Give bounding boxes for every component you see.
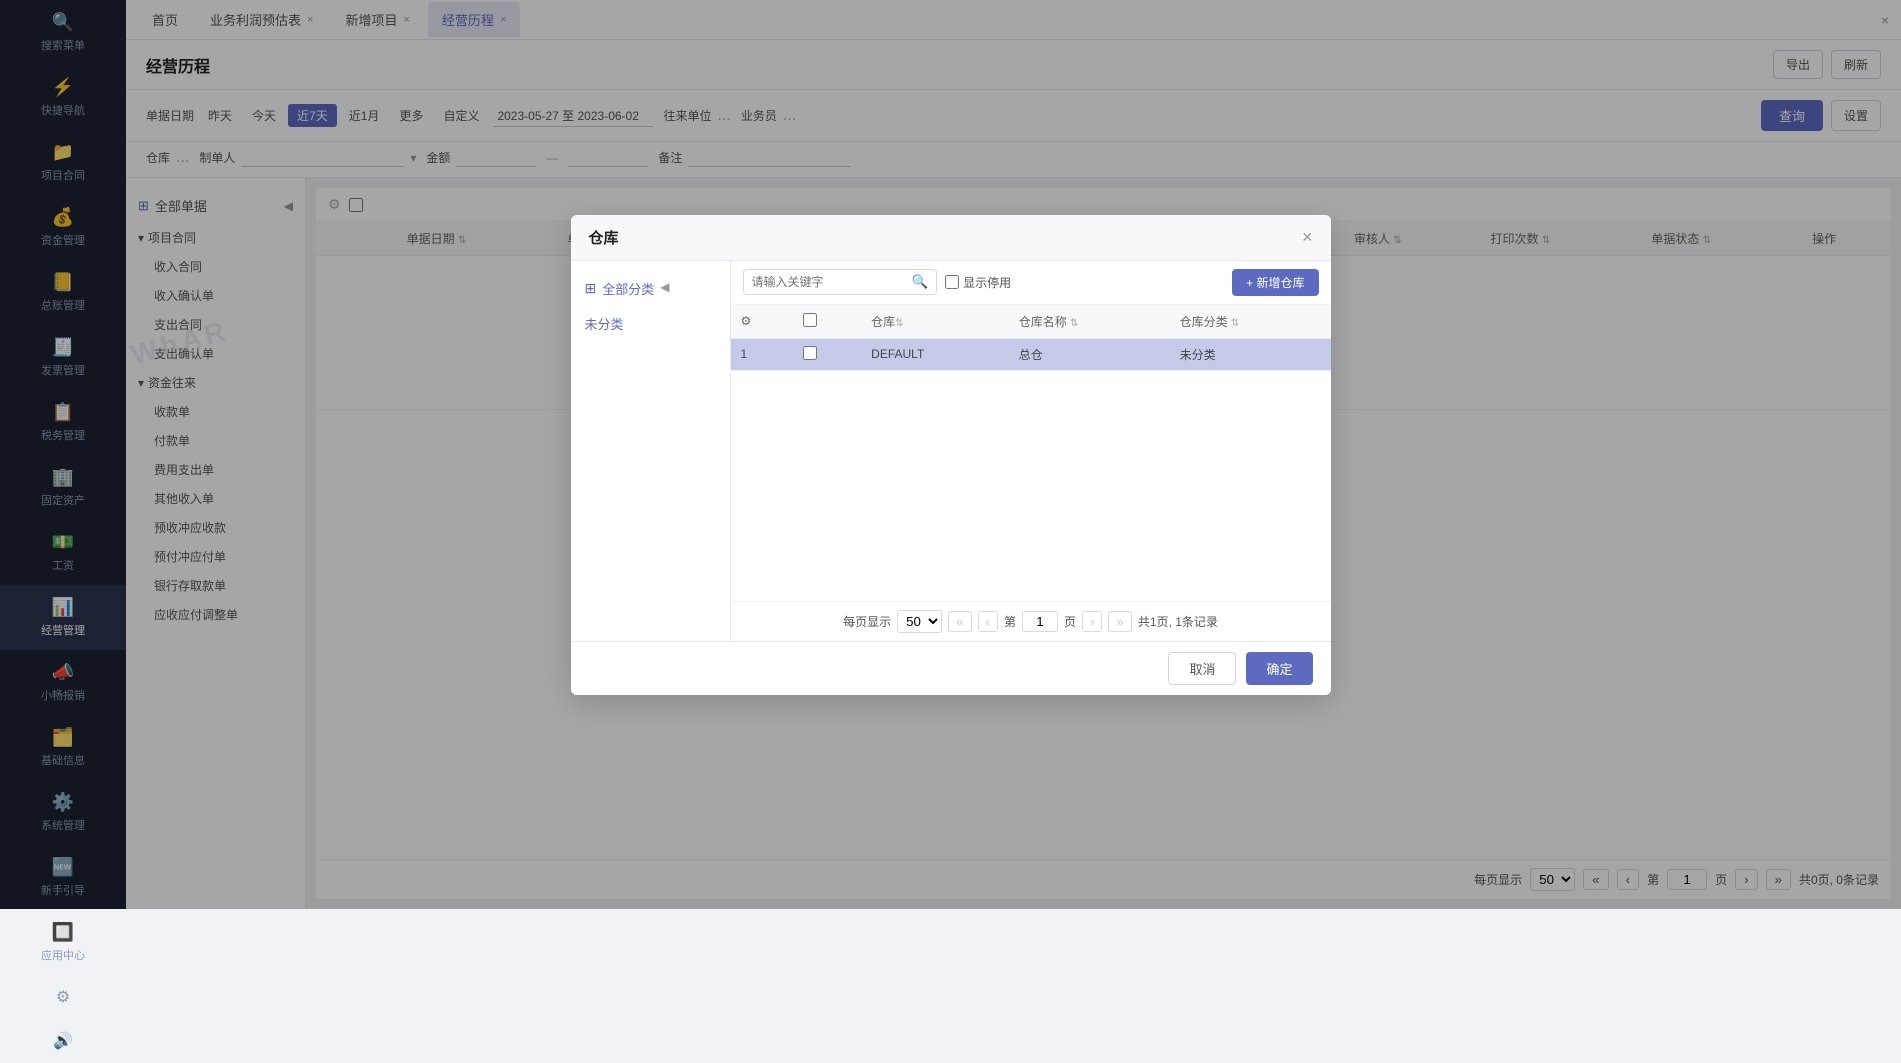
modal-search-btn[interactable]: 🔍 — [904, 270, 937, 294]
modal-th-name: 仓库名称 ⇅ — [1009, 305, 1170, 339]
modal-row-category: 未分类 — [1170, 338, 1331, 370]
modal-toolbar: 🔍 显示停用 + 新增仓库 — [731, 261, 1331, 305]
modal-confirm-btn[interactable]: 确定 — [1246, 652, 1312, 685]
modal-per-page-select[interactable]: 50 — [897, 610, 942, 633]
apps-icon: 🔲 — [52, 922, 74, 943]
modal-row-name: 总仓 — [1009, 338, 1170, 370]
settings-icon-btn[interactable]: ⚙ — [0, 975, 126, 1019]
modal-page-label-pre: 第 — [1004, 613, 1016, 630]
sound-icon-btn[interactable]: 🔊 — [0, 1019, 126, 1063]
modal-table-wrap: ⚙ 仓库⇅ 仓库名称 ⇅ 仓库分类 ⇅ 1 DEFAULT — [731, 305, 1331, 601]
modal-th-code: 仓库⇅ — [861, 305, 1009, 339]
modal-next-btn[interactable]: › — [1082, 611, 1102, 632]
modal-pagination-total: 共1页, 1条记录 — [1138, 613, 1218, 630]
modal-gear-icon[interactable]: ⚙ — [741, 314, 752, 328]
sidebar-item-apps[interactable]: 🔲 应用中心 — [0, 910, 126, 975]
modal-left-all-label: 全部分类 — [602, 279, 654, 298]
modal-search-box: 🔍 — [743, 269, 938, 295]
modal-search-input[interactable] — [744, 271, 904, 293]
modal-first-btn[interactable]: « — [948, 611, 971, 632]
modal-footer: 取消 确定 — [571, 641, 1331, 695]
modal-overlay: 仓库 × ⊞ 全部分类 ◀ 未分类 🔍 — [0, 0, 1901, 909]
modal-row-checkbox — [793, 338, 862, 370]
modal-show-disabled-label: 显示停用 — [963, 274, 1011, 291]
modal-show-disabled-checkbox[interactable] — [945, 275, 959, 289]
modal-prev-btn[interactable]: ‹ — [978, 611, 998, 632]
modal-th-category: 仓库分类 ⇅ — [1170, 305, 1331, 339]
modal-left-collapse[interactable]: ◀ — [660, 280, 676, 296]
modal-th-gear: ⚙ — [731, 305, 793, 339]
modal-left-all-category[interactable]: ⊞ 全部分类 ◀ — [571, 271, 730, 306]
modal-right-panel: 🔍 显示停用 + 新增仓库 ⚙ — [731, 261, 1331, 641]
modal-th-checkbox — [793, 305, 862, 339]
sidebar-item-label: 应用中心 — [41, 947, 85, 963]
modal-add-warehouse-btn[interactable]: + 新增仓库 — [1232, 269, 1318, 296]
modal-per-page-label: 每页显示 — [843, 613, 891, 630]
modal-table-header-row: ⚙ 仓库⇅ 仓库名称 ⇅ 仓库分类 ⇅ — [731, 305, 1331, 339]
modal-row-code: DEFAULT — [861, 338, 1009, 370]
modal-table: ⚙ 仓库⇅ 仓库名称 ⇅ 仓库分类 ⇅ 1 DEFAULT — [731, 305, 1331, 371]
modal-show-disabled[interactable]: 显示停用 — [945, 274, 1011, 291]
modal-left-panel: ⊞ 全部分类 ◀ 未分类 — [571, 261, 731, 641]
modal-left-uncategorized[interactable]: 未分类 — [571, 306, 730, 341]
modal-header: 仓库 × — [571, 215, 1331, 261]
warehouse-modal: 仓库 × ⊞ 全部分类 ◀ 未分类 🔍 — [571, 215, 1331, 695]
modal-select-all[interactable] — [803, 313, 817, 327]
modal-title: 仓库 — [589, 227, 619, 248]
grid-icon-modal: ⊞ — [585, 280, 597, 297]
modal-last-btn[interactable]: » — [1108, 611, 1131, 632]
modal-close-btn[interactable]: × — [1302, 228, 1313, 246]
modal-row-check[interactable] — [803, 346, 817, 360]
modal-page-label: 页 — [1064, 613, 1076, 630]
modal-body: ⊞ 全部分类 ◀ 未分类 🔍 显示停用 — [571, 261, 1331, 641]
modal-table-row[interactable]: 1 DEFAULT 总仓 未分类 — [731, 338, 1331, 370]
modal-page-input[interactable] — [1022, 611, 1058, 632]
modal-row-index: 1 — [731, 338, 793, 370]
sidebar-bottom: ⚙ 🔊 — [0, 975, 126, 1063]
modal-cancel-btn[interactable]: 取消 — [1168, 652, 1236, 685]
modal-pagination: 每页显示 50 « ‹ 第 页 › » 共1页, 1条记录 — [731, 601, 1331, 641]
